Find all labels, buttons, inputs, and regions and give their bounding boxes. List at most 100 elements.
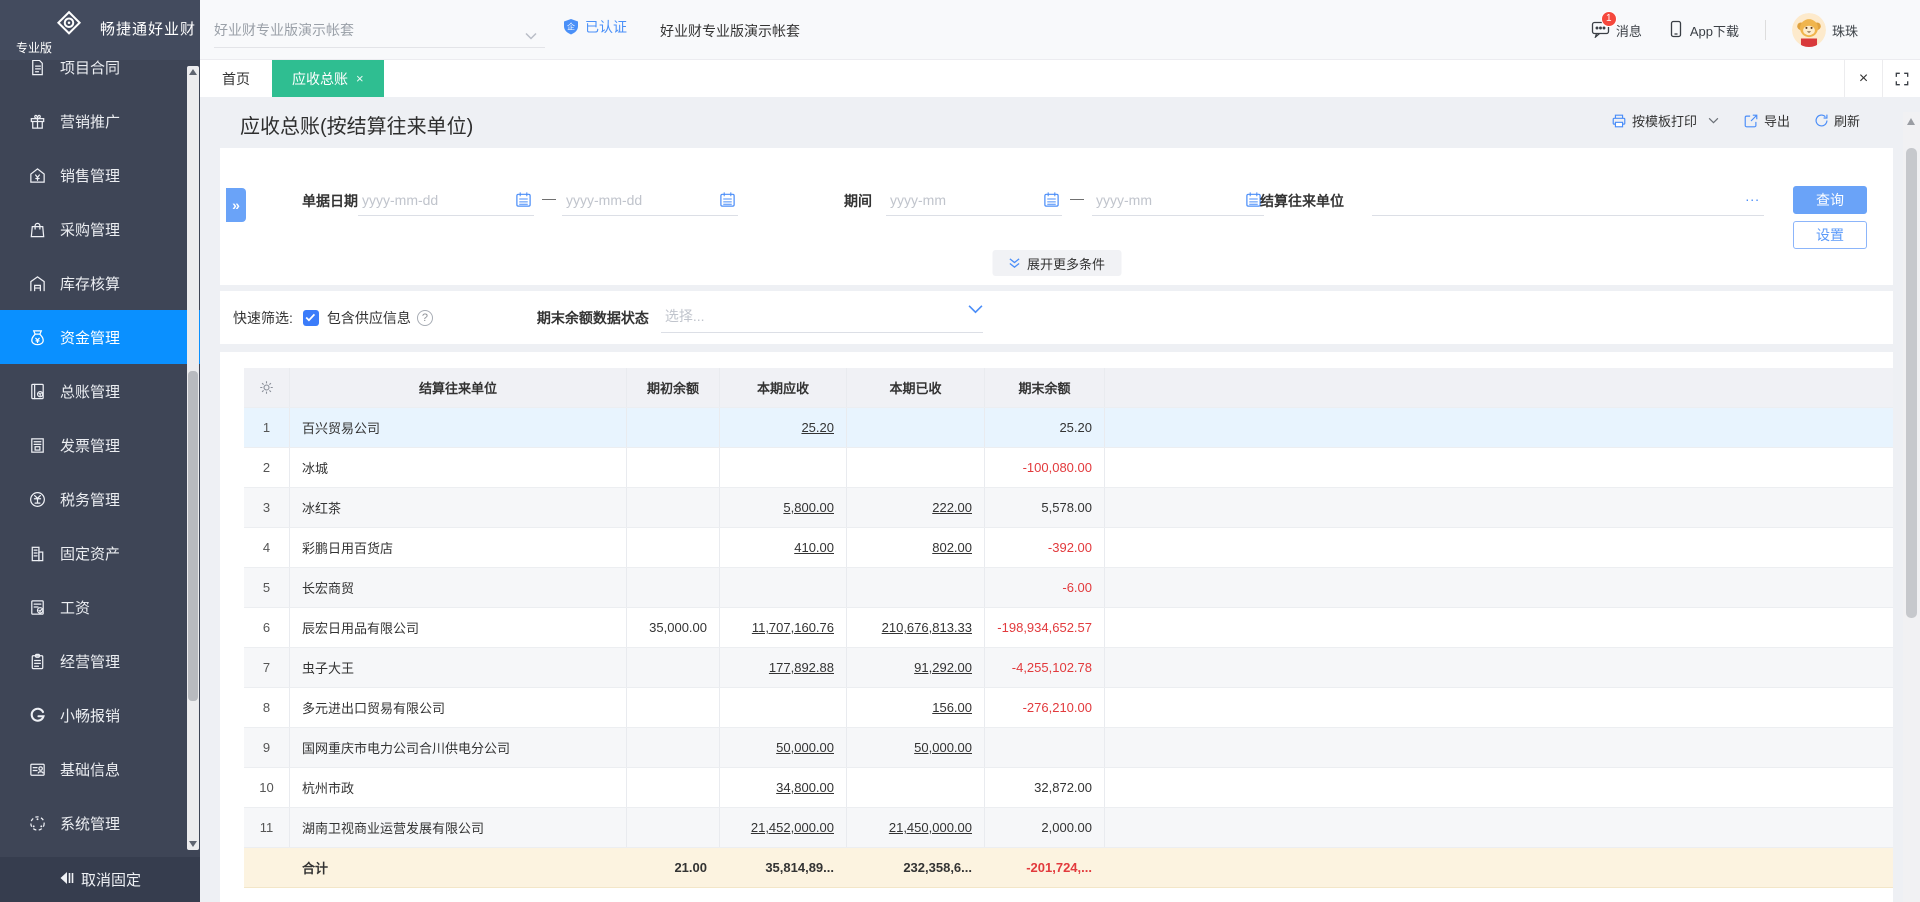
user-menu[interactable]: 珠珠 <box>1791 13 1858 47</box>
main-scrollbar[interactable] <box>1903 112 1920 902</box>
account-book-select[interactable]: 好业财专业版演示帐套 <box>214 12 545 48</box>
settings-button[interactable]: 设置 <box>1793 221 1867 249</box>
tab-bar: 首页 应收总账 × × <box>200 60 1920 97</box>
app-download-button[interactable]: App下载 <box>1668 20 1739 41</box>
tab-home[interactable]: 首页 <box>200 60 272 97</box>
close-panel-button[interactable]: × <box>1844 60 1882 97</box>
print-by-template-button[interactable]: 按模板打印 <box>1611 111 1719 130</box>
receivable-link[interactable]: 25.20 <box>801 420 834 435</box>
receivable-link[interactable]: 34,800.00 <box>776 780 834 795</box>
header-closing-balance[interactable]: 期末余额 <box>985 368 1105 407</box>
received-link[interactable]: 91,292.00 <box>914 660 972 675</box>
sidebar-item-inventory-accounting[interactable]: 库存核算 <box>0 256 200 310</box>
row-number: 11 <box>244 808 290 847</box>
table-row[interactable]: 9 国网重庆市电力公司合川供电分公司 50,000.00 50,000.00 <box>244 728 1893 768</box>
header-receivable[interactable]: 本期应收 <box>720 368 847 407</box>
received-link[interactable]: 21,450,000.00 <box>889 820 972 835</box>
table-row[interactable]: 2 冰城 -100,080.00 <box>244 448 1893 488</box>
scroll-up-arrow-icon[interactable] <box>1907 118 1915 125</box>
sidebar-item-fixed-assets[interactable]: 固定资产 <box>0 526 200 580</box>
account-book-name: 好业财专业版演示帐套 <box>660 23 800 39</box>
query-button[interactable]: 查询 <box>1793 186 1867 214</box>
table-row[interactable]: 5 长宏商贸 -6.00 <box>244 568 1893 608</box>
range-dash: — <box>542 190 556 206</box>
partner-input[interactable]: ... <box>1372 184 1764 216</box>
sidebar-item-operations[interactable]: 经营管理 <box>0 634 200 688</box>
calendar-icon[interactable] <box>1043 191 1060 213</box>
receivable-link[interactable]: 21,452,000.00 <box>751 820 834 835</box>
include-supply-checkbox[interactable] <box>302 309 319 326</box>
scrollbar-thumb[interactable] <box>188 371 198 701</box>
table-row[interactable]: 7 虫子大王 177,892.88 91,292.00 -4,255,102.7… <box>244 648 1893 688</box>
period-to-input[interactable]: yyyy-mm <box>1092 184 1264 216</box>
sidebar-item-marketing[interactable]: 营销推广 <box>0 94 200 148</box>
sidebar-item-label: 固定资产 <box>60 545 121 563</box>
fullscreen-button[interactable] <box>1882 60 1920 97</box>
doc-date-to-input[interactable]: yyyy-mm-dd <box>562 184 738 216</box>
row-number: 4 <box>244 528 290 567</box>
table-row[interactable]: 11 湖南卫视商业运营发展有限公司 21,452,000.00 21,450,0… <box>244 808 1893 848</box>
receivable-link[interactable]: 50,000.00 <box>776 740 834 755</box>
table-row[interactable]: 1 百兴贸易公司 25.20 25.20 <box>244 408 1893 448</box>
received-link[interactable]: 50,000.00 <box>914 740 972 755</box>
tab-close-icon[interactable]: × <box>356 72 364 85</box>
sidebar-item-general-ledger[interactable]: 总账管理 <box>0 364 200 418</box>
scroll-up-arrow-icon[interactable] <box>189 69 197 75</box>
header-partner[interactable]: 结算往来单位 <box>290 368 627 407</box>
calendar-icon[interactable] <box>719 191 736 213</box>
expand-more-conditions-button[interactable]: 展开更多条件 <box>991 250 1122 276</box>
header-received[interactable]: 本期已收 <box>847 368 985 407</box>
sidebar-item-label: 总账管理 <box>60 383 121 401</box>
more-options-icon[interactable]: ... <box>1745 188 1760 204</box>
sidebar-item-procurement[interactable]: 采购管理 <box>0 202 200 256</box>
period-from-input[interactable]: yyyy-mm <box>886 184 1062 216</box>
row-number: 6 <box>244 608 290 647</box>
receivable-link[interactable]: 177,892.88 <box>769 660 834 675</box>
total-opening-balance: 21.00 <box>674 860 707 875</box>
sidebar-item-basic-info[interactable]: 基础信息 <box>0 742 200 796</box>
sidebar-item-project-contract[interactable]: 项目合同 <box>0 60 200 94</box>
sidebar-scrollbar[interactable] <box>187 66 199 850</box>
messages-button[interactable]: 消息 1 <box>1591 10 1642 41</box>
user-name: 珠珠 <box>1831 23 1858 39</box>
app-root: 畅捷通好业财 专业版 好业财专业版演示帐套 企 已认证 好业财专业版演示帐套 消… <box>0 0 1920 902</box>
received-link[interactable]: 222.00 <box>932 500 972 515</box>
help-icon[interactable]: ? <box>416 309 433 326</box>
table-row[interactable]: 10 杭州市政 34,800.00 32,872.00 <box>244 768 1893 808</box>
sidebar-item-invoice[interactable]: 发票管理 <box>0 418 200 472</box>
calendar-icon[interactable] <box>515 191 532 213</box>
scroll-down-arrow-icon[interactable] <box>189 841 197 847</box>
receivable-link[interactable]: 11,707,160.76 <box>752 620 834 635</box>
balance-status-select[interactable]: 选择... <box>660 303 983 333</box>
table-row[interactable]: 6 辰宏日用品有限公司 35,000.00 11,707,160.76 210,… <box>244 608 1893 648</box>
receivable-link[interactable]: 5,800.00 <box>783 500 834 515</box>
top-right-actions: 消息 1 App下载 珠珠 <box>1591 0 1858 60</box>
sidebar-item-system[interactable]: 系统管理 <box>0 796 200 850</box>
header-opening-balance[interactable]: 期初余额 <box>627 368 720 407</box>
refresh-button[interactable]: 刷新 <box>1814 111 1860 130</box>
tab-receivable-ledger[interactable]: 应收总账 × <box>272 60 384 97</box>
sidebar-item-sales[interactable]: 销售管理 <box>0 148 200 202</box>
table-row[interactable]: 4 彩鹏日用百货店 410.00 802.00 -392.00 <box>244 528 1893 568</box>
export-button[interactable]: 导出 <box>1743 111 1790 130</box>
sidebar-item-funds[interactable]: 资金管理 <box>0 310 200 364</box>
sidebar-item-tax[interactable]: 税务管理 <box>0 472 200 526</box>
inventory-icon <box>27 273 47 293</box>
column-settings-button[interactable] <box>244 368 290 407</box>
svg-text:企: 企 <box>567 22 575 32</box>
table-row[interactable]: 3 冰红茶 5,800.00 222.00 5,578.00 <box>244 488 1893 528</box>
sidebar-item-label: 发票管理 <box>60 437 121 455</box>
sidebar-item-payroll[interactable]: 工资 <box>0 580 200 634</box>
received-link[interactable]: 156.00 <box>932 700 972 715</box>
doc-date-from-input[interactable]: yyyy-mm-dd <box>358 184 534 216</box>
received-link[interactable]: 802.00 <box>932 540 972 555</box>
tax-icon <box>27 489 47 509</box>
receivable-link[interactable]: 410.00 <box>794 540 834 555</box>
row-filler <box>1105 568 1893 607</box>
unpin-sidebar-button[interactable]: 取消固定 <box>0 857 200 902</box>
reimburse-icon <box>27 705 47 725</box>
received-link[interactable]: 210,676,813.33 <box>882 620 972 635</box>
table-row[interactable]: 8 多元进出口贸易有限公司 156.00 -276,210.00 <box>244 688 1893 728</box>
scrollbar-thumb[interactable] <box>1906 148 1917 618</box>
sidebar-item-xiaochang-expense[interactable]: 小畅报销 <box>0 688 200 742</box>
